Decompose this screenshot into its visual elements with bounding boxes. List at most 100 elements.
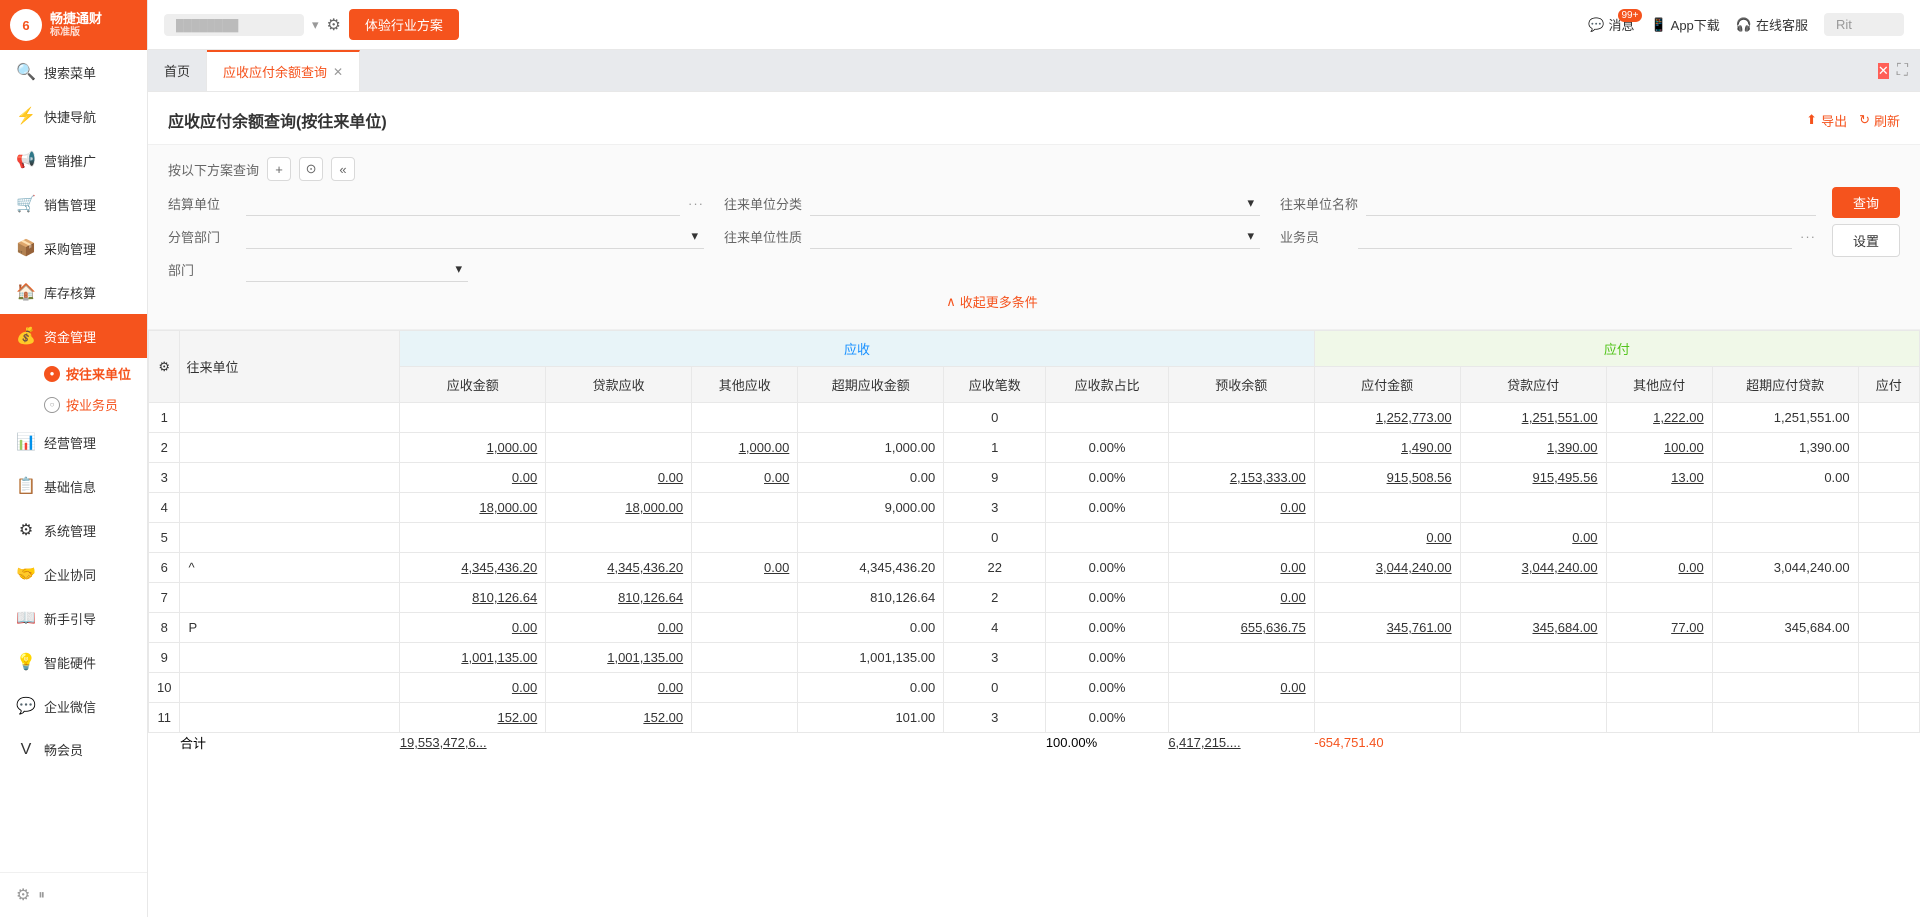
filter-settings-icon[interactable]: ⊙ [299, 157, 323, 181]
sidebar-item-hardware[interactable]: 💡 智能硬件 [0, 640, 147, 684]
sidebar-item-inventory[interactable]: 🏠 库存核算 [0, 270, 147, 314]
partner-nature-select[interactable]: ▾ [810, 224, 1260, 249]
advance-balance-cell[interactable]: 0.00 [1168, 673, 1314, 703]
loan-payable-cell[interactable]: 3,044,240.00 [1460, 553, 1606, 583]
advance-balance-cell[interactable] [1168, 403, 1314, 433]
advance-balance-cell[interactable] [1168, 643, 1314, 673]
loan-receivable-cell[interactable] [546, 403, 692, 433]
receivable-amount-cell[interactable] [400, 403, 546, 433]
add-filter-icon[interactable]: + [267, 157, 291, 181]
other-receivable-cell[interactable]: 1,000.00 [692, 433, 798, 463]
collapse-filter-icon[interactable]: « [331, 157, 355, 181]
solution-button[interactable]: 体验行业方案 [349, 9, 459, 40]
payable-amount-cell[interactable]: 1,252,773.00 [1314, 403, 1460, 433]
advance-balance-cell[interactable]: 0.00 [1168, 583, 1314, 613]
loan-payable-cell[interactable]: 1,390.00 [1460, 433, 1606, 463]
sidebar-item-member[interactable]: V 畅会员 [0, 728, 147, 771]
settings-icon[interactable]: ⚙ [16, 885, 30, 905]
sidebar-item-quick[interactable]: ⚡ 快捷导航 [0, 94, 147, 138]
receivable-amount-cell[interactable] [400, 523, 546, 553]
win-close-icon[interactable]: ✕ [1878, 63, 1889, 79]
table-settings-header[interactable]: ⚙ [149, 331, 180, 403]
loan-receivable-cell[interactable]: 0.00 [546, 613, 692, 643]
advance-balance-cell[interactable] [1168, 433, 1314, 463]
pause-icon[interactable]: ⏸ [38, 887, 45, 903]
other-payable-cell[interactable] [1606, 673, 1712, 703]
payable-amount-cell[interactable] [1314, 583, 1460, 613]
receivable-amount-cell[interactable]: 18,000.00 [400, 493, 546, 523]
receivable-amount-cell[interactable]: 152.00 [400, 703, 546, 733]
salesman-dots[interactable]: ··· [1800, 229, 1816, 244]
dept-select[interactable]: ▾ [246, 224, 704, 249]
loan-receivable-cell[interactable]: 152.00 [546, 703, 692, 733]
loan-receivable-cell[interactable]: 4,345,436.20 [546, 553, 692, 583]
receivable-amount-cell[interactable]: 0.00 [400, 673, 546, 703]
other-receivable-cell[interactable] [692, 643, 798, 673]
query-button[interactable]: 查询 [1832, 187, 1900, 218]
other-receivable-cell[interactable] [692, 403, 798, 433]
sidebar-item-wechat[interactable]: 💬 企业微信 [0, 684, 147, 728]
settlement-dots[interactable]: ··· [688, 196, 704, 211]
other-payable-cell[interactable]: 0.00 [1606, 553, 1712, 583]
user-avatar[interactable]: Rit [1824, 13, 1904, 36]
other-payable-cell[interactable] [1606, 493, 1712, 523]
loan-receivable-cell[interactable]: 0.00 [546, 673, 692, 703]
other-payable-cell[interactable] [1606, 583, 1712, 613]
loan-payable-cell[interactable]: 1,251,551.00 [1460, 403, 1606, 433]
refresh-button[interactable]: ↻ 刷新 [1859, 111, 1900, 130]
loan-receivable-cell[interactable] [546, 433, 692, 463]
sidebar-item-operations[interactable]: 📊 经营管理 [0, 420, 147, 464]
loan-payable-cell[interactable]: 345,684.00 [1460, 613, 1606, 643]
department-select[interactable]: ▾ [246, 257, 468, 282]
other-payable-cell[interactable] [1606, 703, 1712, 733]
payable-amount-cell[interactable]: 3,044,240.00 [1314, 553, 1460, 583]
sidebar-item-finance[interactable]: 💰 资金管理 [0, 314, 147, 358]
loan-receivable-cell[interactable]: 18,000.00 [546, 493, 692, 523]
app-download-button[interactable]: 📱 App下载 [1650, 15, 1719, 34]
loan-receivable-cell[interactable] [546, 523, 692, 553]
payable-amount-cell[interactable]: 915,508.56 [1314, 463, 1460, 493]
loan-payable-cell[interactable] [1460, 493, 1606, 523]
other-payable-cell[interactable]: 77.00 [1606, 613, 1712, 643]
sidebar-sub-partner[interactable]: ● 按往来单位 [0, 358, 147, 389]
sidebar-item-marketing[interactable]: 📢 营销推广 [0, 138, 147, 182]
footer-advance-balance[interactable]: 6,417,215.... [1168, 733, 1314, 753]
other-payable-cell[interactable]: 13.00 [1606, 463, 1712, 493]
receivable-amount-cell[interactable]: 4,345,436.20 [400, 553, 546, 583]
sidebar-item-basic[interactable]: 📋 基础信息 [0, 464, 147, 508]
sidebar-item-guide[interactable]: 📖 新手引导 [0, 596, 147, 640]
tab-close-icon[interactable]: ✕ [333, 65, 343, 79]
salesman-input[interactable] [1358, 225, 1792, 249]
receivable-amount-cell[interactable]: 810,126.64 [400, 583, 546, 613]
footer-receivable-amount[interactable]: 19,553,472,6... [400, 733, 546, 753]
advance-balance-cell[interactable]: 655,636.75 [1168, 613, 1314, 643]
sidebar-item-purchase[interactable]: 📦 采购管理 [0, 226, 147, 270]
receivable-amount-cell[interactable]: 1,001,135.00 [400, 643, 546, 673]
topbar-dropdown-icon[interactable]: ▾ [312, 17, 319, 33]
loan-receivable-cell[interactable]: 0.00 [546, 463, 692, 493]
payable-amount-cell[interactable] [1314, 673, 1460, 703]
sidebar-item-collab[interactable]: 🤝 企业协同 [0, 552, 147, 596]
setting-button[interactable]: 设置 [1832, 224, 1900, 257]
collapse-button[interactable]: ∧ 收起更多条件 [168, 286, 1816, 317]
advance-balance-cell[interactable]: 2,153,333.00 [1168, 463, 1314, 493]
payable-amount-cell[interactable] [1314, 703, 1460, 733]
sidebar-item-system[interactable]: ⚙ 系统管理 [0, 508, 147, 552]
payable-amount-cell[interactable]: 345,761.00 [1314, 613, 1460, 643]
loan-payable-cell[interactable]: 0.00 [1460, 523, 1606, 553]
loan-payable-cell[interactable] [1460, 583, 1606, 613]
other-payable-cell[interactable]: 100.00 [1606, 433, 1712, 463]
loan-payable-cell[interactable]: 915,495.56 [1460, 463, 1606, 493]
loan-payable-cell[interactable] [1460, 703, 1606, 733]
partner-category-select[interactable]: ▾ [810, 191, 1260, 216]
other-receivable-cell[interactable] [692, 493, 798, 523]
partner-name-input[interactable] [1366, 192, 1816, 216]
other-receivable-cell[interactable]: 0.00 [692, 463, 798, 493]
other-receivable-cell[interactable]: 0.00 [692, 553, 798, 583]
advance-balance-cell[interactable]: 0.00 [1168, 493, 1314, 523]
sidebar-sub-salesman[interactable]: ○ 按业务员 [0, 389, 147, 420]
loan-payable-cell[interactable] [1460, 643, 1606, 673]
tab-query[interactable]: 应收应付余额查询 ✕ [207, 50, 360, 91]
export-button[interactable]: ⬆ 导出 [1806, 111, 1847, 130]
other-receivable-cell[interactable] [692, 673, 798, 703]
